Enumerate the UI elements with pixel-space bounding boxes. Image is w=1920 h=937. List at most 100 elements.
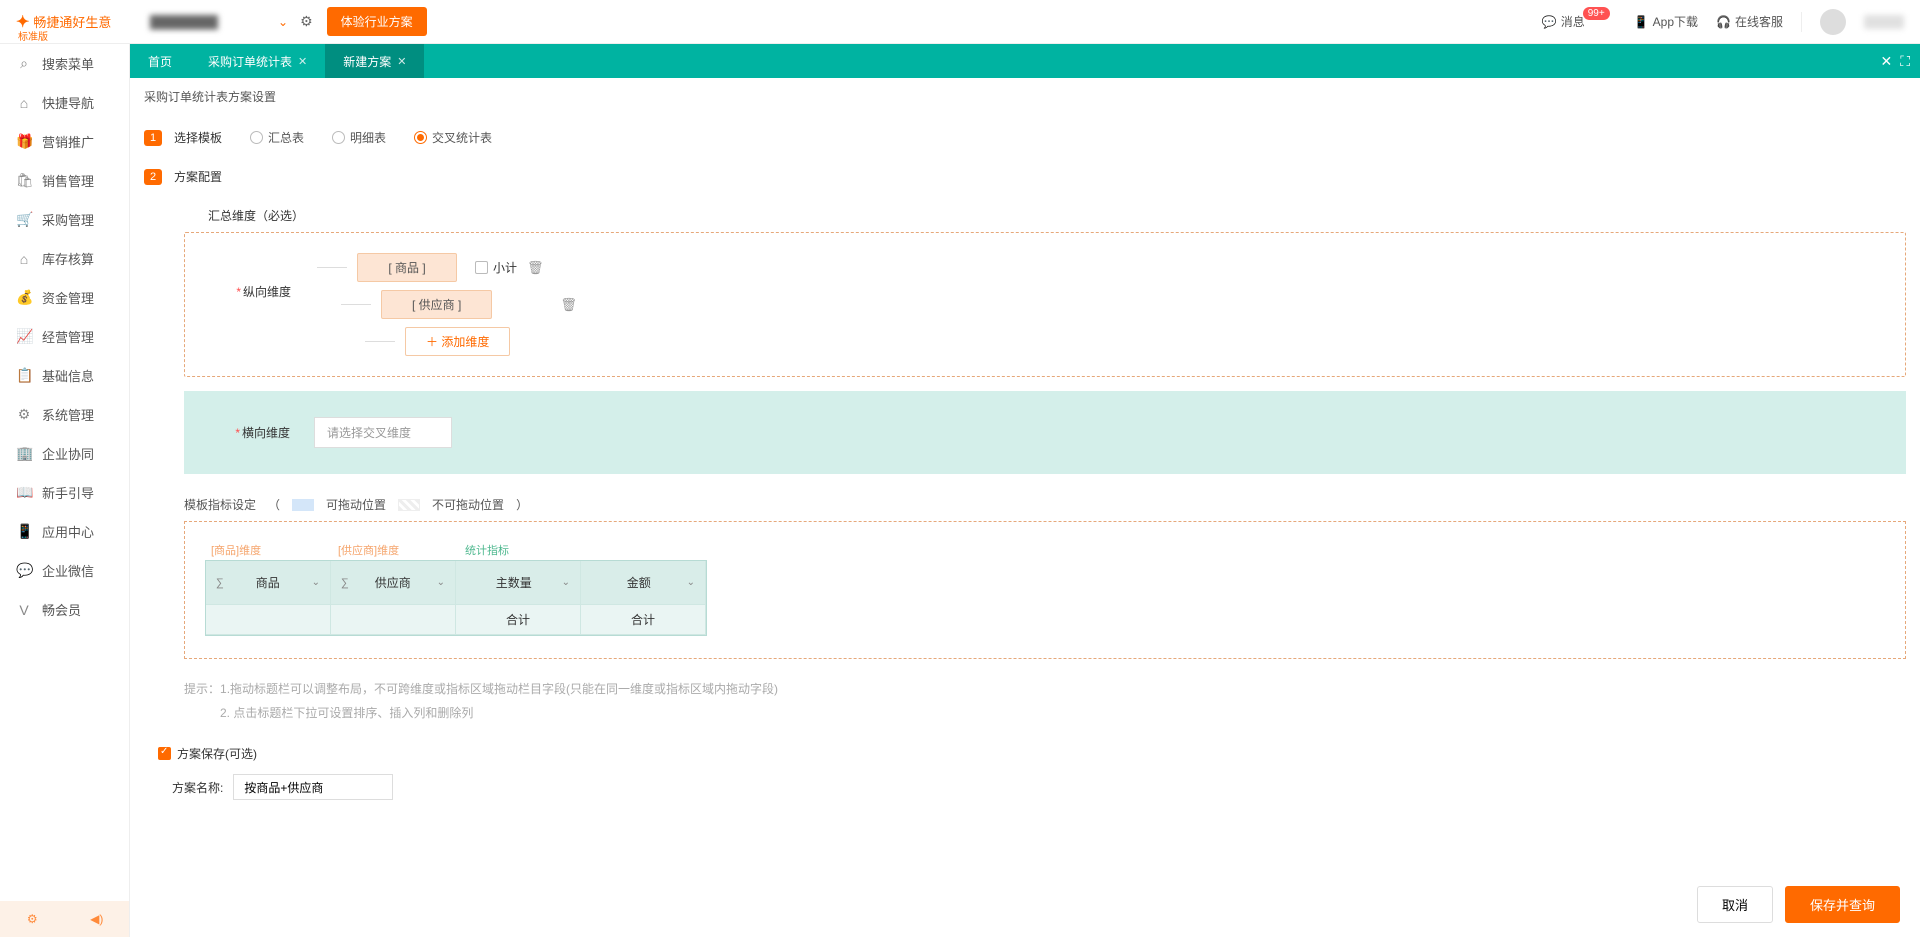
avatar[interactable] [1820,9,1846,35]
messages-button[interactable]: 💬 消息 99+ [1542,13,1616,30]
tab-close-icon[interactable]: ✕ [298,55,307,68]
metric-header-supplier[interactable]: ∑供应商⌄ [331,561,456,605]
sidebar-icon: ⌂ [16,251,32,267]
save-checkbox-row[interactable]: 方案保存(可选) [158,745,1892,762]
sidebar-item-11[interactable]: 📖 新手引导 [0,473,129,512]
sidebar-icon: ⌕ [16,55,32,72]
sidebar-item-14[interactable]: V畅会员 [0,590,129,629]
sidebar-label: 畅会员 [42,600,81,619]
plan-name-input[interactable] [233,774,393,800]
sidebar-label: 搜索菜单 [42,54,94,73]
sidebar-icon: 📋 [16,367,32,384]
app-download-button[interactable]: 📱 App下载 [1634,13,1698,30]
tab-close-icon[interactable]: ✕ [397,55,406,68]
tab-0[interactable]: 首页 [130,44,190,78]
logo-edition: 标准版 [18,28,48,43]
gear-icon[interactable]: ⚙ [300,13,313,30]
sidebar-item-3[interactable]: 🛍销售管理 [0,161,129,200]
org-caret-icon[interactable]: ⌄ [278,15,288,29]
template-radio-1[interactable]: 明细表 [332,129,386,146]
sidebar-icon: ⌂ [16,95,32,111]
radio-icon [250,131,263,144]
save-section: 方案保存(可选) 方案名称: [144,735,1906,810]
footer-buttons: 取消 保存并查询 [1697,886,1900,923]
tips: 提示：1.拖动标题栏可以调整布局，不可跨维度或指标区域拖动栏目字段(只能在同一维… [184,677,1906,725]
sidebar-icon: ⚙ [16,406,32,423]
step2-number: 2 [144,169,162,185]
metric-header-product[interactable]: ∑商品⌄ [206,561,331,605]
sidebar-label: 快捷导航 [42,93,94,112]
tab-1[interactable]: 采购订单统计表✕ [190,44,325,78]
subtotal-checkbox[interactable]: 小计 [475,259,517,276]
sidebar-settings-icon[interactable]: ⚙ [0,901,65,937]
sidebar-item-2[interactable]: 🎁 营销推广 [0,122,129,161]
radio-icon [332,131,345,144]
main-area: 首页采购订单统计表✕新建方案✕ ✕ ⛶ 采购订单统计表方案设置 1 选择模板 汇… [130,44,1920,937]
sidebar-label: 销售管理 [42,171,94,190]
sidebar-item-10[interactable]: 🏢企业协同 [0,434,129,473]
dim-chip-product[interactable]: [ 商品 ] [357,253,457,282]
sidebar-item-7[interactable]: 📈经营管理 [0,317,129,356]
sidebar-label: 资金管理 [42,288,94,307]
sidebar-item-5[interactable]: ⌂库存核算 [0,239,129,278]
sidebar-collapse-icon[interactable]: ◀) [65,901,130,937]
experience-plan-button[interactable]: 体验行业方案 [327,7,427,36]
sidebar-item-4[interactable]: 🛒采购管理 [0,200,129,239]
sidebar-item-6[interactable]: 💰资金管理 [0,278,129,317]
swatch-draggable [292,499,314,511]
sidebar-item-9[interactable]: ⚙ 系统管理 [0,395,129,434]
delete-dim-icon[interactable]: 🗑 [527,260,544,276]
step1-number: 1 [144,130,162,146]
sidebar-item-13[interactable]: 💬企业微信 [0,551,129,590]
sidebar-icon: 💬 [16,562,32,579]
sidebar-item-12[interactable]: 📱应用中心 [0,512,129,551]
sidebar-label: 营销推广 [42,132,94,151]
metric-header-amount[interactable]: 金额⌄ [581,561,706,605]
metric-header-qty[interactable]: 主数量⌄ [456,561,581,605]
step2-label: 方案配置 [174,168,222,185]
tab-fullscreen-icon[interactable]: ⛶ [1900,53,1910,70]
sidebar-icon: 🏢 [16,445,32,462]
summary-dim-title: 汇总维度（必选） [184,193,1906,232]
sidebar-label: 应用中心 [42,522,94,541]
app-header: ✦ 畅捷通好生意 标准版 ████████ ⌄ ⚙ 体验行业方案 💬 消息 99… [0,0,1920,44]
header-right: 💬 消息 99+ 📱 App下载 🎧 在线客服 [1542,9,1904,35]
org-selector[interactable]: ████████ [150,15,218,29]
sidebar-item-1[interactable]: ⌂ 快捷导航 [0,83,129,122]
content: 1 选择模板 汇总表明细表交叉统计表 2 方案配置 汇总维度（必选） *纵向维度 [130,115,1920,937]
sidebar-label: 采购管理 [42,210,94,229]
sidebar-label: 系统管理 [42,405,94,424]
phone-icon: 📱 [1634,15,1649,29]
delete-dim-icon[interactable]: 🗑 [560,297,577,313]
metric-col-groups: [商品]维度 [供应商]维度 统计指标 [205,542,1885,558]
sidebar-icon: 📈 [16,328,32,345]
sidebar-icon: 📖 [16,484,32,501]
sidebar-item-0[interactable]: ⌕ 搜索菜单 [0,44,129,83]
horizontal-dim-box: *横向维度 请选择交叉维度 [184,391,1906,474]
online-service-button[interactable]: 🎧 在线客服 [1716,13,1783,30]
dim-chip-supplier[interactable]: [ 供应商 ] [381,290,492,319]
radio-icon [414,131,427,144]
sidebar-item-8[interactable]: 📋 基础信息 [0,356,129,395]
metric-box: [商品]维度 [供应商]维度 统计指标 ∑商品⌄ ∑供应商⌄ 主数量⌄ 金额⌄ [184,521,1906,659]
sidebar-label: 基础信息 [42,366,94,385]
sidebar-icon: 🎁 [16,133,32,150]
tab-2[interactable]: 新建方案✕ [325,44,424,78]
sidebar: ⌕ 搜索菜单 ⌂ 快捷导航 🎁 营销推广 🛍销售管理🛒采购管理⌂库存核算💰资金管理📈经营管理… [0,44,130,937]
tab-close-all-icon[interactable]: ✕ [1880,53,1892,70]
vertical-dim-label: *纵向维度 [211,253,291,300]
vertical-dim-box: *纵向维度 [ 商品 ] 小计 🗑 [184,232,1906,377]
cancel-button[interactable]: 取消 [1697,886,1773,923]
headset-icon: 🎧 [1716,15,1731,29]
add-dimension-button[interactable]: ＋ 添加维度 [405,327,510,356]
metric-total-amount: 合计 [581,605,706,635]
checkbox-icon [158,747,171,760]
sidebar-label: 新手引导 [42,483,94,502]
save-and-query-button[interactable]: 保存并查询 [1785,886,1900,923]
template-radio-0[interactable]: 汇总表 [250,129,304,146]
template-radio-2[interactable]: 交叉统计表 [414,129,492,146]
horizontal-dim-select[interactable]: 请选择交叉维度 [314,417,452,448]
tab-bar: 首页采购订单统计表✕新建方案✕ ✕ ⛶ [130,44,1920,78]
metric-total-qty: 合计 [456,605,581,635]
plan-name-label: 方案名称: [172,779,223,796]
